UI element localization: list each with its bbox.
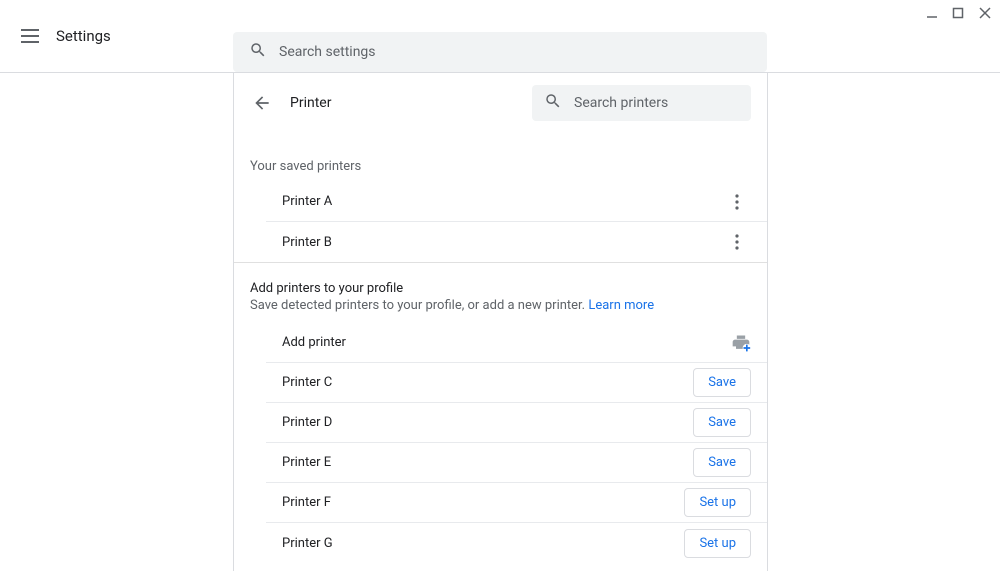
printer-name: Printer G: [266, 536, 684, 551]
add-printer-icon[interactable]: [731, 333, 751, 353]
printer-name: Printer F: [266, 495, 684, 510]
search-icon: [249, 41, 267, 63]
app-title: Settings: [56, 27, 111, 45]
save-button[interactable]: Save: [693, 408, 751, 437]
add-printers-list: Add printer Printer C Save Printer D Sav…: [234, 323, 767, 563]
search-settings[interactable]: [233, 32, 767, 72]
save-button[interactable]: Save: [693, 448, 751, 477]
search-icon: [544, 92, 562, 114]
detected-printer-row: Printer F Set up: [266, 483, 767, 523]
more-menu-button[interactable]: [723, 228, 751, 256]
printer-name: Printer A: [266, 194, 723, 209]
search-settings-input[interactable]: [279, 44, 767, 60]
back-button[interactable]: [250, 91, 274, 115]
setup-button[interactable]: Set up: [684, 488, 751, 517]
printer-search[interactable]: [532, 85, 751, 121]
printer-name: Printer E: [266, 455, 693, 470]
menu-button[interactable]: [18, 24, 42, 48]
detected-printer-row: Printer G Set up: [266, 523, 767, 563]
detected-printer-row: Printer E Save: [266, 443, 767, 483]
more-menu-button[interactable]: [723, 188, 751, 216]
setup-button[interactable]: Set up: [684, 529, 751, 558]
printer-name: Printer C: [266, 375, 693, 390]
add-printers-label: Add printers to your profile: [234, 263, 767, 298]
printer-search-input[interactable]: [574, 95, 752, 111]
saved-printer-row: Printer B: [266, 222, 767, 262]
detected-printer-row: Printer C Save: [266, 363, 767, 403]
saved-printers-list: Printer A Printer B: [234, 182, 767, 262]
saved-printers-label: Your saved printers: [234, 133, 767, 182]
printer-settings-panel: Printer Your saved printers Printer A Pr…: [233, 73, 768, 571]
learn-more-link[interactable]: Learn more: [588, 298, 654, 313]
add-printer-row[interactable]: Add printer: [266, 323, 767, 363]
page-title: Printer: [290, 95, 331, 111]
detected-printer-row: Printer D Save: [266, 403, 767, 443]
add-printers-subtext: Save detected printers to your profile, …: [234, 298, 767, 317]
top-bar: Settings: [0, 0, 1000, 73]
subheader: Printer: [234, 73, 767, 133]
printer-name: Printer B: [266, 235, 723, 250]
add-printers-subtext-text: Save detected printers to your profile, …: [250, 298, 588, 313]
add-printer-label: Add printer: [266, 335, 731, 350]
saved-printer-row: Printer A: [266, 182, 767, 222]
printer-name: Printer D: [266, 415, 693, 430]
save-button[interactable]: Save: [693, 368, 751, 397]
